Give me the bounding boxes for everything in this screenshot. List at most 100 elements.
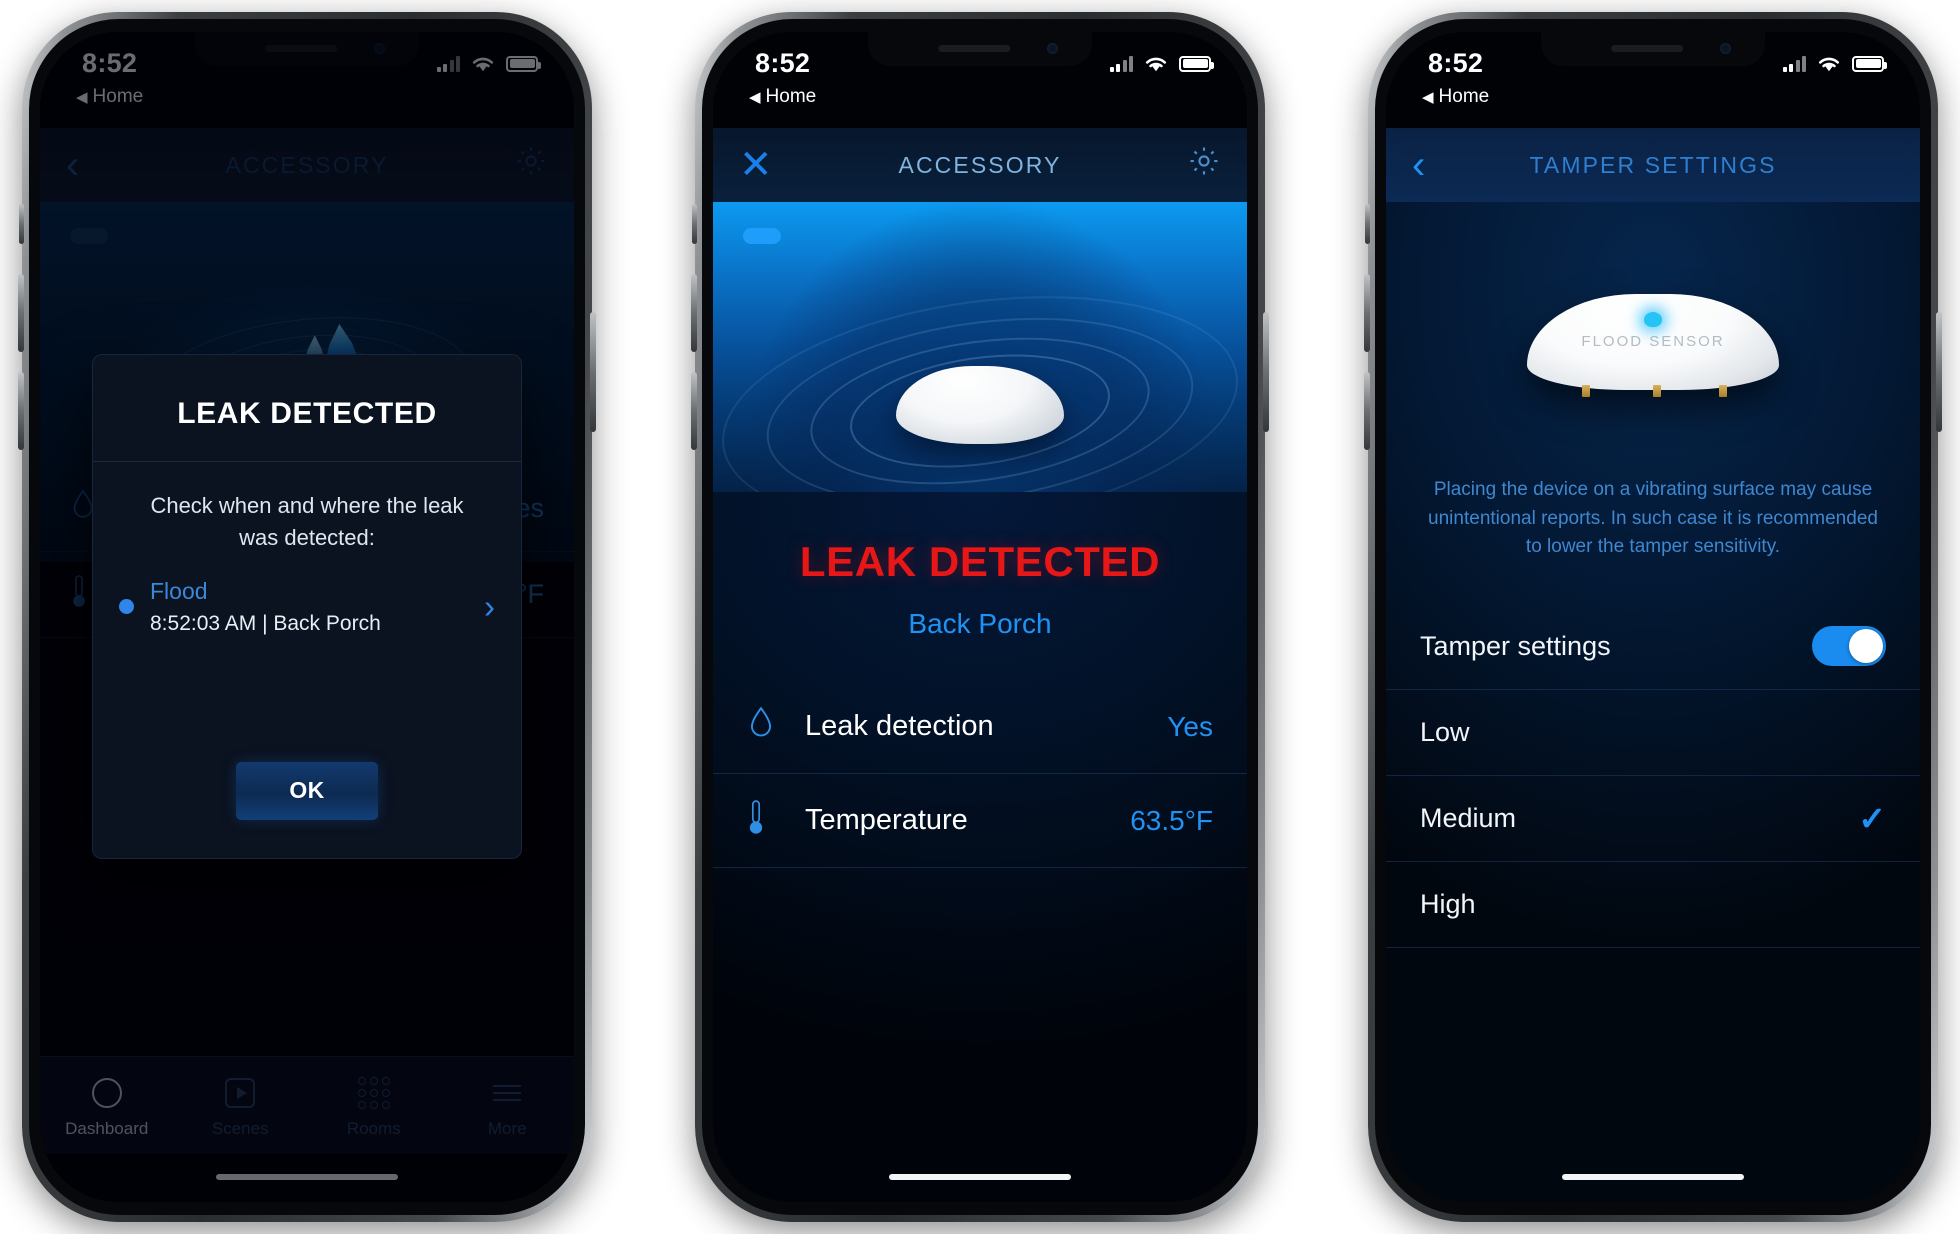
dialog-actions: OK — [93, 761, 521, 858]
phone-2-screen: 8:52 ◀ Home ✕ ACCESSORY LEAK DETECTED Ba… — [713, 32, 1247, 1202]
notch — [1541, 32, 1765, 66]
notch — [868, 32, 1092, 66]
ok-button[interactable]: OK — [236, 761, 378, 820]
phone-2-body: LEAK DETECTED Back Porch Leak detection … — [713, 492, 1247, 1202]
status-bar-right — [1782, 50, 1887, 73]
phone-1-screen: 8:52 ◀ Home — [40, 32, 574, 1202]
home-indicator[interactable] — [1562, 1174, 1744, 1180]
power-button[interactable] — [590, 312, 596, 432]
front-camera-icon — [1720, 43, 1731, 54]
phone-2-leak-detected: 8:52 ◀ Home ✕ ACCESSORY LEAK DETECTED Ba… — [691, 12, 1269, 1222]
volume-down-button[interactable] — [18, 372, 24, 450]
leak-alert-headline: LEAK DETECTED — [799, 538, 1161, 585]
phone-3-tamper-settings: 8:52 ◀ Home ‹ TAMPER SETTINGS FLOOD SENS… — [1364, 12, 1942, 1222]
triangle-left-icon: ◀ — [1422, 88, 1434, 106]
leak-event-type: Flood — [150, 577, 208, 604]
battery-full-icon — [1852, 55, 1887, 72]
phone-bezel: 8:52 ◀ Home — [29, 19, 585, 1215]
flood-sensor-side-image: FLOOD SENSOR — [1527, 294, 1779, 398]
table-row[interactable]: Temperature 63.5°F — [713, 774, 1247, 868]
power-button[interactable] — [1936, 312, 1942, 432]
option-label: Medium — [1420, 802, 1517, 833]
status-bar-clock: 8:52 — [755, 48, 811, 78]
phone-1-alert-dialog: 8:52 ◀ Home — [18, 12, 596, 1222]
volume-down-button[interactable] — [691, 372, 697, 450]
toggle-switch-on-icon[interactable] — [1812, 626, 1886, 666]
front-camera-icon — [1047, 43, 1058, 54]
led-indicator-icon — [1644, 311, 1662, 327]
thermometer-icon — [747, 799, 805, 843]
phone-2-nav-bar: ✕ ACCESSORY — [713, 128, 1247, 202]
sensitivity-option-low[interactable]: Low — [1386, 690, 1920, 776]
phone-bezel: 8:52 ◀ Home — [1375, 19, 1931, 1215]
cellular-bars-icon — [1782, 55, 1806, 72]
return-to-home-link[interactable]: ◀ Home — [1422, 86, 1489, 108]
phone-3-nav-bar: ‹ TAMPER SETTINGS — [1386, 128, 1920, 202]
power-button[interactable] — [1263, 312, 1269, 432]
sensor-pin — [1582, 385, 1591, 398]
three-phone-screenshot-stage: 8:52 ◀ Home — [0, 0, 1960, 1234]
back-button[interactable]: ‹ — [1412, 145, 1425, 185]
earpiece-speaker — [1611, 45, 1684, 52]
sensor-pin — [1653, 385, 1661, 398]
return-to-home-link[interactable]: ◀ Home — [749, 86, 816, 108]
toggle-row-label: Tamper settings — [1420, 630, 1611, 661]
phone-bezel: 8:52 ◀ Home — [702, 19, 1258, 1215]
mute-switch[interactable] — [692, 204, 697, 244]
leak-event-detail: 8:52:03 AM | Back Porch — [150, 611, 381, 635]
phone-2-property-list: Leak detection Yes Temperature 63.5°F — [713, 680, 1247, 868]
chevron-right-icon[interactable]: › — [484, 588, 495, 626]
status-bar-left: 8:52 ◀ Home — [749, 50, 816, 108]
dialog-message: Check when and where the leak was detect… — [150, 493, 464, 550]
leak-event-list-item[interactable]: Flood 8:52:03 AM | Back Porch › — [93, 564, 521, 646]
row-value: Yes — [1167, 710, 1213, 742]
wifi-icon — [1818, 57, 1840, 72]
return-to-home-label: Home — [1438, 86, 1490, 107]
status-bar-clock: 8:52 — [1428, 48, 1484, 78]
leak-alert-location: Back Porch — [908, 608, 1052, 639]
volume-up-button[interactable] — [691, 274, 697, 352]
mute-switch[interactable] — [1365, 204, 1370, 244]
sensor-pin — [1718, 385, 1727, 398]
table-row[interactable]: Leak detection Yes — [713, 680, 1247, 774]
dialog-spacer — [93, 646, 521, 762]
close-x-icon[interactable]: ✕ — [739, 145, 773, 185]
phone-2-hero-image — [713, 202, 1247, 492]
option-label: High — [1420, 888, 1476, 919]
option-label: Low — [1420, 716, 1470, 747]
leak-detected-dialog: LEAK DETECTED Check when and where the l… — [92, 354, 522, 859]
phone-3-hero-image: FLOOD SENSOR — [1386, 202, 1920, 472]
wifi-icon — [1145, 57, 1167, 72]
gear-icon[interactable] — [1187, 144, 1221, 186]
tamper-settings-toggle-row[interactable]: Tamper settings — [1386, 604, 1920, 690]
sensitivity-option-high[interactable]: High — [1386, 862, 1920, 948]
status-bar-right — [1109, 50, 1214, 73]
tamper-settings-list: Tamper settings Low Medium ✓ High — [1386, 604, 1920, 948]
status-bar-left: 8:52 ◀ Home — [1422, 50, 1489, 108]
page-title: ACCESSORY — [898, 151, 1062, 178]
row-value: 63.5°F — [1130, 804, 1213, 836]
leak-event-body: Flood 8:52:03 AM | Back Porch — [150, 578, 484, 636]
device-brand-label: FLOOD SENSOR — [1581, 332, 1725, 350]
row-label: Leak detection — [805, 710, 994, 742]
cellular-bars-icon — [1109, 55, 1133, 72]
dialog-title: LEAK DETECTED — [93, 355, 521, 462]
volume-up-button[interactable] — [18, 274, 24, 352]
mute-switch[interactable] — [19, 204, 24, 244]
home-indicator[interactable] — [889, 1174, 1071, 1180]
battery-pill-icon — [743, 228, 781, 244]
phone-3-screen: 8:52 ◀ Home ‹ TAMPER SETTINGS FLOOD SENS… — [1386, 32, 1920, 1202]
return-to-home-label: Home — [765, 86, 817, 107]
bullet-dot-icon — [119, 599, 134, 615]
row-label: Temperature — [805, 804, 968, 836]
sensitivity-option-medium[interactable]: Medium ✓ — [1386, 776, 1920, 862]
earpiece-speaker — [938, 45, 1011, 52]
tamper-settings-note: Placing the device on a vibrating surfac… — [1428, 479, 1878, 557]
volume-up-button[interactable] — [1364, 274, 1370, 352]
checkmark-icon: ✓ — [1858, 799, 1886, 837]
triangle-left-icon: ◀ — [749, 88, 761, 106]
page-title: TAMPER SETTINGS — [1529, 151, 1777, 178]
battery-full-icon — [1179, 55, 1214, 72]
volume-down-button[interactable] — [1364, 372, 1370, 450]
water-droplet-icon — [747, 706, 805, 748]
